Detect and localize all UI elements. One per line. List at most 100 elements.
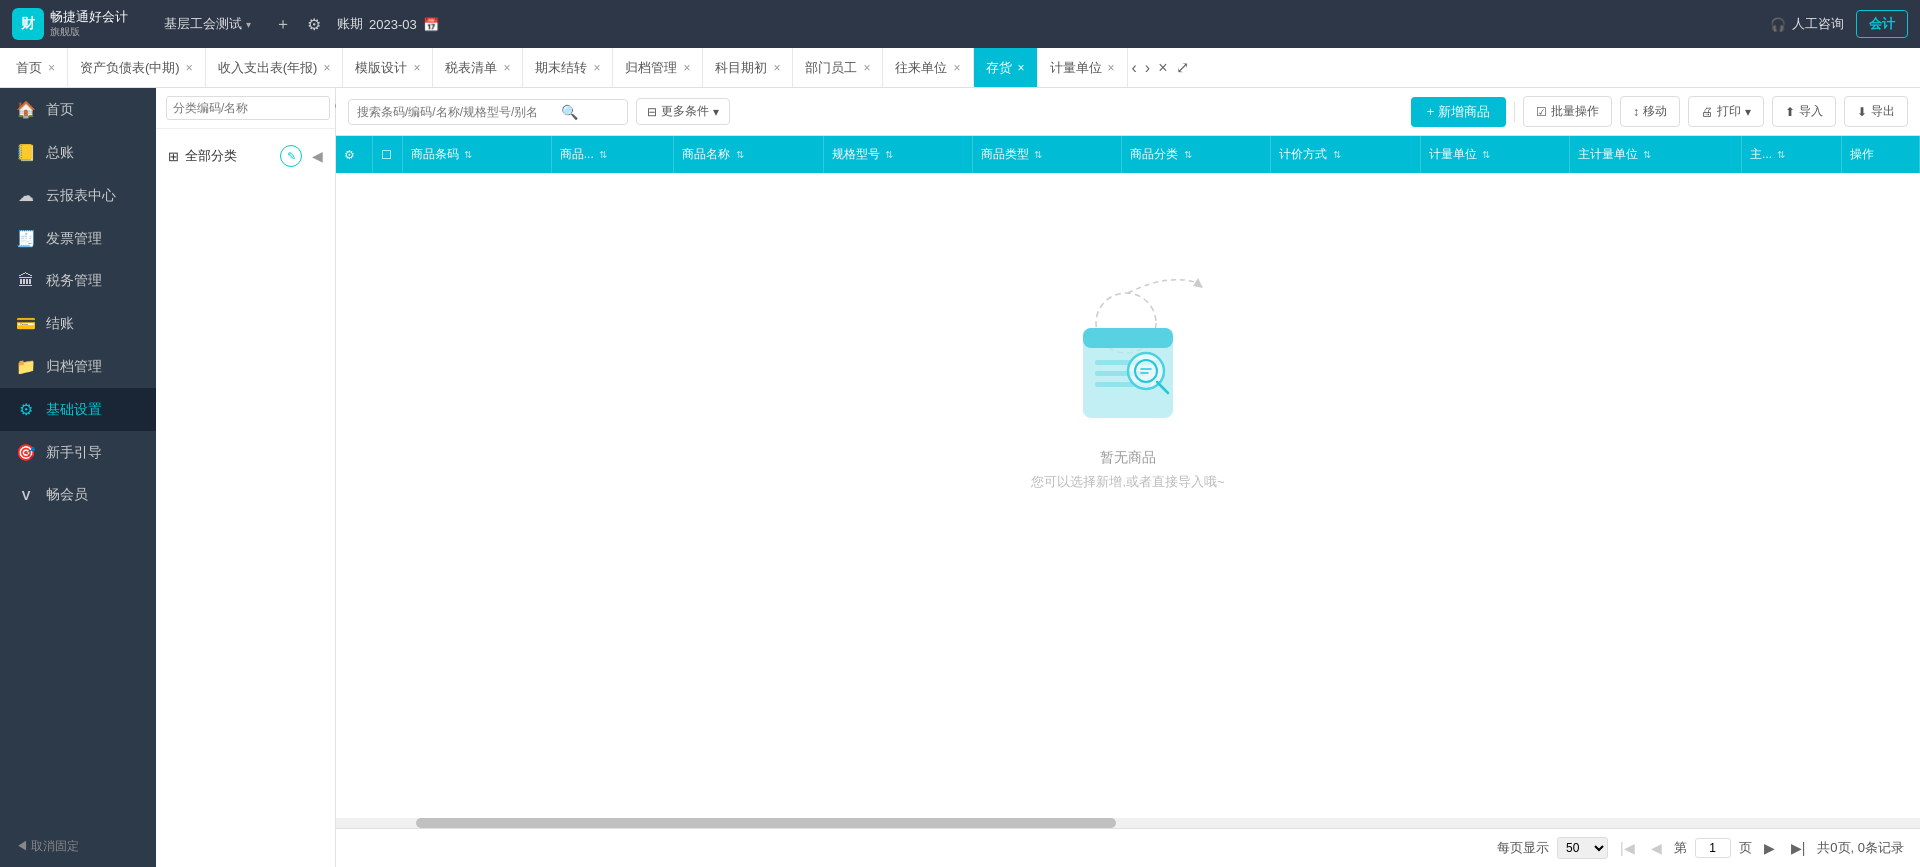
tab-homepage[interactable]: 首页 × — [4, 48, 68, 87]
sort-icon[interactable]: ⇅ — [1777, 149, 1785, 160]
close-icon[interactable]: × — [413, 61, 420, 75]
sort-icon[interactable]: ⇅ — [1333, 149, 1341, 160]
sidebar-item-guide[interactable]: 🎯 新手引导 — [0, 431, 156, 474]
guide-icon: 🎯 — [16, 443, 36, 462]
tab-subject-init[interactable]: 科目期初 × — [703, 48, 793, 87]
export-icon: ⬇ — [1857, 105, 1867, 119]
close-icon[interactable]: × — [1108, 61, 1115, 75]
checkbox-col[interactable]: ☐ — [372, 136, 402, 173]
tab-income-expense[interactable]: 收入支出表(年报) × — [206, 48, 344, 87]
search-input[interactable] — [357, 105, 557, 119]
col-pricing[interactable]: 计价方式 ⇅ — [1271, 136, 1420, 173]
col-main-unit[interactable]: 主计量单位 ⇅ — [1569, 136, 1741, 173]
last-page-button[interactable]: ▶| — [1787, 838, 1810, 858]
first-page-button[interactable]: |◀ — [1616, 838, 1639, 858]
table-scroll-track[interactable] — [336, 818, 1920, 828]
sidebar-item-member[interactable]: V 畅会员 — [0, 474, 156, 516]
category-search-input[interactable] — [166, 96, 330, 120]
col-barcode[interactable]: 商品条码 ⇅ — [402, 136, 551, 173]
search-icon[interactable]: 🔍 — [561, 104, 578, 120]
app-name: 畅捷通好会计 — [50, 9, 128, 25]
per-page-select[interactable]: 50 20 100 — [1557, 837, 1608, 859]
sort-icon[interactable]: ⇅ — [1034, 149, 1042, 160]
close-icon[interactable]: × — [773, 61, 780, 75]
close-icon[interactable]: × — [48, 61, 55, 75]
tab-period-transfer[interactable]: 期末结转 × — [523, 48, 613, 87]
sort-icon[interactable]: ⇅ — [736, 149, 744, 160]
sidebar-item-tax[interactable]: 🏛 税务管理 — [0, 260, 156, 302]
close-icon[interactable]: × — [323, 61, 330, 75]
col-main-abbr[interactable]: 主... ⇅ — [1742, 136, 1842, 173]
tab-dept-staff[interactable]: 部门员工 × — [793, 48, 883, 87]
sidebar-unpin-button[interactable]: ◀ 取消固定 — [0, 826, 156, 867]
col-label: 操作 — [1850, 147, 1874, 161]
page-input[interactable] — [1695, 838, 1731, 858]
print-button[interactable]: 🖨 打印 ▾ — [1688, 96, 1764, 127]
tab-expand-button[interactable]: ⤢ — [1172, 58, 1193, 77]
category-edit-button[interactable]: ✎ — [280, 145, 302, 167]
close-icon[interactable]: × — [593, 61, 600, 75]
company-selector[interactable]: 基层工会测试 ▾ — [164, 15, 251, 33]
tab-template-design[interactable]: 模版设计 × — [343, 48, 433, 87]
close-icon[interactable]: × — [683, 61, 690, 75]
sidebar-item-archive[interactable]: 📁 归档管理 — [0, 345, 156, 388]
close-icon[interactable]: × — [503, 61, 510, 75]
tab-close-all-button[interactable]: × — [1154, 59, 1171, 77]
close-icon[interactable]: × — [1018, 61, 1025, 75]
sort-icon[interactable]: ⇅ — [1184, 149, 1192, 160]
tab-unit[interactable]: 计量单位 × — [1038, 48, 1128, 87]
calendar-icon[interactable]: 📅 — [423, 17, 439, 32]
inner-layout: 🔍 ⊞ 全部分类 ✎ ◀ 🔍 — [156, 88, 1920, 867]
account-button[interactable]: 会计 — [1856, 10, 1908, 38]
tab-archive[interactable]: 归档管理 × — [613, 48, 703, 87]
sort-icon[interactable]: ⇅ — [1482, 149, 1490, 160]
sidebar-item-home[interactable]: 🏠 首页 — [0, 88, 156, 131]
sidebar-item-close-account[interactable]: 💳 结账 — [0, 302, 156, 345]
table-scroll-thumb[interactable] — [416, 818, 1116, 828]
move-button[interactable]: ↕ 移动 — [1620, 96, 1680, 127]
filter-button[interactable]: ⊟ 更多条件 ▾ — [636, 98, 730, 125]
category-item-all[interactable]: ⊞ 全部分类 ✎ ◀ — [156, 137, 335, 175]
sort-icon[interactable]: ⇅ — [464, 149, 472, 160]
close-icon[interactable]: × — [186, 61, 193, 75]
category-collapse-icon[interactable]: ◀ — [312, 148, 323, 164]
sidebar-item-reports[interactable]: ☁ 云报表中心 — [0, 174, 156, 217]
close-account-icon: 💳 — [16, 314, 36, 333]
category-all-label: 全部分类 — [185, 147, 237, 165]
add-tab-button[interactable]: ＋ — [271, 10, 295, 39]
tab-label: 收入支出表(年报) — [218, 59, 318, 77]
col-category[interactable]: 商品分类 ⇅ — [1122, 136, 1271, 173]
col-code[interactable]: 商品... ⇅ — [551, 136, 674, 173]
page-label: 第 — [1674, 839, 1687, 857]
tab-next-button[interactable]: › — [1141, 59, 1154, 77]
export-button[interactable]: ⬇ 导出 — [1844, 96, 1908, 127]
add-product-button[interactable]: + 新增商品 — [1411, 97, 1506, 127]
settings-col[interactable]: ⚙ — [336, 136, 372, 173]
batch-operation-button[interactable]: ☑ 批量操作 — [1523, 96, 1612, 127]
sort-icon[interactable]: ⇅ — [599, 149, 607, 160]
import-button[interactable]: ⬆ 导入 — [1772, 96, 1836, 127]
tab-inventory[interactable]: 存货 × — [974, 48, 1038, 87]
tab-balance-sheet[interactable]: 资产负债表(中期) × — [68, 48, 206, 87]
user-service[interactable]: 🎧 人工咨询 — [1770, 15, 1844, 33]
import-icon: ⬆ — [1785, 105, 1795, 119]
close-icon[interactable]: × — [863, 61, 870, 75]
prev-page-button[interactable]: ◀ — [1647, 838, 1666, 858]
settings-icon[interactable]: ⚙ — [303, 11, 325, 38]
sidebar-item-ledger[interactable]: 📒 总账 — [0, 131, 156, 174]
sidebar-item-invoice[interactable]: 🧾 发票管理 — [0, 217, 156, 260]
col-unit[interactable]: 计量单位 ⇅ — [1420, 136, 1569, 173]
close-icon[interactable]: × — [953, 61, 960, 75]
tab-tax-list[interactable]: 税表清单 × — [433, 48, 523, 87]
col-spec[interactable]: 规格型号 ⇅ — [823, 136, 972, 173]
tab-contacts[interactable]: 往来单位 × — [883, 48, 973, 87]
sort-icon[interactable]: ⇅ — [885, 149, 893, 160]
next-page-button[interactable]: ▶ — [1760, 838, 1779, 858]
tab-prev-button[interactable]: ‹ — [1128, 59, 1141, 77]
sidebar-item-basic-settings[interactable]: ⚙ 基础设置 — [0, 388, 156, 431]
period-value[interactable]: 2023-03 — [369, 17, 417, 32]
archive-icon: 📁 — [16, 357, 36, 376]
sort-icon[interactable]: ⇅ — [1643, 149, 1651, 160]
col-name[interactable]: 商品名称 ⇅ — [674, 136, 823, 173]
col-type[interactable]: 商品类型 ⇅ — [972, 136, 1121, 173]
